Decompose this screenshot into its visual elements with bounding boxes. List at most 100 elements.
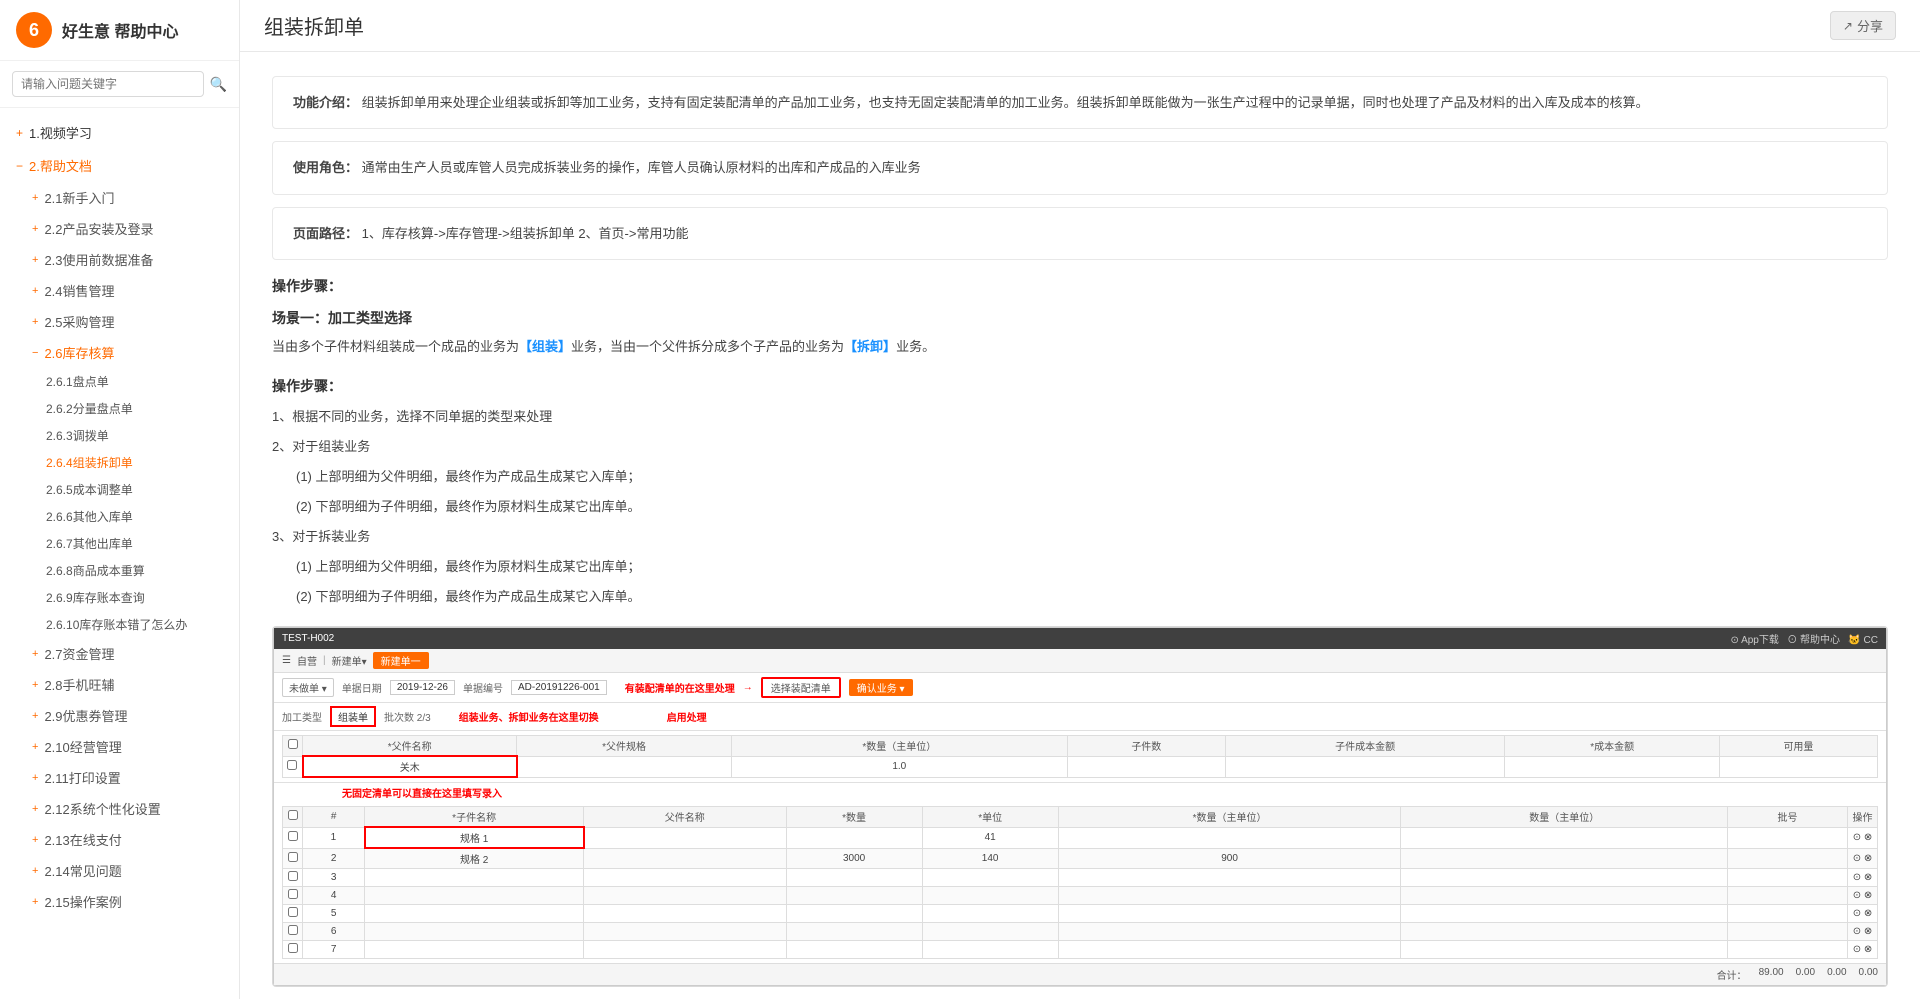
utr1-3: 1.0 [731,756,1067,777]
utr1-7 [1719,756,1877,777]
sidebar-item-sales[interactable]: + 2.4销售管理 [0,275,239,306]
sidebar-item-inventory[interactable]: − 2.6库存核算 [0,337,239,368]
logo-icon: 6 [16,12,52,48]
sidebar-item-prepare[interactable]: + 2.3使用前数据准备 [0,244,239,275]
nav-section-docs: − 2.帮助文档 + 2.1新手入门 + 2.2产品安装及登录 + 2.3使用前… [0,149,239,917]
plus-icon-4: + [32,254,38,266]
lth-5: *数量（主单位） [1058,807,1401,828]
utr1-1: 关木 [303,756,517,777]
sidebar-item-ops-label: 2.10经营管理 [44,737,121,756]
lth-sel [283,807,303,828]
screenshot-wrapper: TEST-H002 ⊙ App下载 ⊙ 帮助中心 🐱 CC ☰ 自营 | 新建单… [272,626,1888,987]
lower-table-row-3: 3 ⊙ ⊗ [283,869,1878,887]
uth-7: 可用量 [1719,736,1877,757]
sidebar-item-print-label: 2.11打印设置 [44,768,120,787]
step-1: 1、根据不同的业务，选择不同单据的类型来处理 [272,404,1888,430]
sidebar-item-pay[interactable]: + 2.13在线支付 [0,824,239,855]
ann-arrow-1: → [743,682,753,693]
form-code-value: AD-20191226-001 [511,680,607,695]
lth-2: 父件名称 [584,807,787,828]
sidebar-item-finance[interactable]: + 2.7资金管理 [0,638,239,669]
plus-icon-11: + [32,772,38,784]
sidebar-item-video[interactable]: + 1.视频学习 [0,116,239,149]
sidebar-item-mobile[interactable]: + 2.8手机旺辅 [0,669,239,700]
path-text: 1、库存核算->库存管理->组装拆卸单 2、首页->常用功能 [362,226,689,241]
content-area: 功能介绍： 组装拆卸单用来处理企业组装或拆卸等加工业务，支持有固定装配清单的产品… [240,52,1920,999]
lth-6: 数量（主单位） [1401,807,1728,828]
sidebar-item-inventory-label: 2.6库存核算 [44,343,114,362]
step-2: 2、对于组装业务 [272,434,1888,460]
sidebar-item-faq[interactable]: + 2.14常见问题 [0,855,239,886]
sidebar-item-finance-label: 2.7资金管理 [44,644,114,663]
sidebar-item-newbie-label: 2.1新手入门 [44,188,114,207]
minus-icon-2: − [32,347,38,359]
app-nav-btn: 新建单一 [373,652,429,669]
role-text: 通常由生产人员或库管人员完成拆装业务的操作，库管人员确认原材料的出库和产成品的入… [362,160,921,175]
sidebar-item-print[interactable]: + 2.11打印设置 [0,762,239,793]
search-icon[interactable]: 🔍 [210,76,227,93]
sidebar-item-2.6.8[interactable]: 2.6.8商品成本重算 [0,557,239,584]
plus-icon-14: + [32,865,38,877]
lower-table-row-2: 2 规格 2 3000 140 900 ⊙ ⊗ [283,848,1878,869]
sidebar-item-custom[interactable]: + 2.12系统个性化设置 [0,793,239,824]
sidebar-item-cases-label: 2.15操作案例 [44,892,121,911]
plus-icon-15: + [32,896,38,908]
uth-1: *父件名称 [303,736,517,757]
uth-select [283,736,303,757]
footer-v4: 0.00 [1859,967,1878,982]
upper-table-header: *父件名称 *父件规格 *数量（主单位） 子件数 子件成本金额 *成本金额 可用… [283,736,1878,757]
app-nav-new: 新建单▾ [332,653,367,668]
path-block: 页面路径： 1、库存核算->库存管理->组装拆卸单 2、首页->常用功能 [272,207,1888,260]
sidebar-item-2.6.10[interactable]: 2.6.10库存账本错了怎么办 [0,611,239,638]
sidebar-item-2.6.6[interactable]: 2.6.6其他入库单 [0,503,239,530]
form-code-label: 单据编号 [463,680,503,695]
sidebar-item-custom-label: 2.12系统个性化设置 [44,799,160,818]
path-label: 页面路径： [293,226,358,241]
sidebar-item-2.6.2[interactable]: 2.6.2分量盘点单 [0,395,239,422]
plus-icon: + [16,126,23,140]
form-date-value: 2019-12-26 [390,680,455,695]
search-bar: 🔍 [0,61,239,108]
lower-table-row-1: 1 规格 1 41 ⊙ ⊗ [283,827,1878,848]
sidebar-item-newbie[interactable]: + 2.1新手入门 [0,182,239,213]
sidebar-item-2.6.5[interactable]: 2.6.5成本调整单 [0,476,239,503]
search-input[interactable] [12,71,204,97]
share-button[interactable]: ↗ 分享 [1830,11,1896,40]
app-form-area: 未做单 ▾ 单据日期 2019-12-26 单据编号 AD-20191226-0… [274,673,1886,703]
sidebar-item-ops[interactable]: + 2.10经营管理 [0,731,239,762]
sidebar-item-2.6.4[interactable]: 2.6.4组装拆卸单 [0,449,239,476]
annotation-1: 有装配清单的在这里处理 [625,680,735,695]
uth-5: 子件成本金额 [1225,736,1505,757]
operations-title: 操作步骤： [272,276,1888,296]
sidebar-item-2.6.7[interactable]: 2.6.7其他出库单 [0,530,239,557]
plus-icon-6: + [32,316,38,328]
utr1-2 [517,756,731,777]
step-2-1: (1) 上部明细为父件明细，最终作为产成品生成某它入库单； [296,464,1888,490]
form-status-btn: 未做单 ▾ [282,678,334,697]
sidebar-item-docs[interactable]: − 2.帮助文档 [0,149,239,182]
lth-7: 批号 [1728,807,1848,828]
footer-v2: 0.00 [1796,967,1815,982]
main-content: 组装拆卸单 ↗ 分享 功能介绍： 组装拆卸单用来处理企业组装或拆卸等加工业务，支… [240,0,1920,999]
sidebar-item-2.6.3[interactable]: 2.6.3调拨单 [0,422,239,449]
footer-v3: 0.00 [1827,967,1846,982]
sidebar-item-prepare-label: 2.3使用前数据准备 [44,250,153,269]
sidebar-item-purchase[interactable]: + 2.5采购管理 [0,306,239,337]
sidebar-item-coupon[interactable]: + 2.9优惠券管理 [0,700,239,731]
sidebar-item-cases[interactable]: + 2.15操作案例 [0,886,239,917]
app-nav-bar: ☰ 自营 | 新建单▾ 新建单一 [274,649,1886,673]
plus-icon-7: + [32,648,38,660]
sidebar-header: 6 好生意 帮助中心 [0,0,239,61]
sidebar-item-docs-label: 2.帮助文档 [29,156,92,175]
ann-btn-1: 选择装配清单 [761,677,841,698]
sidebar-item-2.6.1[interactable]: 2.6.1盘点单 [0,368,239,395]
lth-3: *数量 [786,807,922,828]
upper-table: *父件名称 *父件规格 *数量（主单位） 子件数 子件成本金额 *成本金额 可用… [282,735,1878,778]
sidebar-item-2.6.9[interactable]: 2.6.9库存账本查询 [0,584,239,611]
sidebar-item-install[interactable]: + 2.2产品安装及登录 [0,213,239,244]
app-nav-new-sep: | [323,655,326,666]
lower-table-row-7: 7 ⊙ ⊗ [283,941,1878,959]
lower-table-wrap: # *子件名称 父件名称 *数量 *单位 *数量（主单位） 数量（主单位） 批号… [274,802,1886,963]
plus-icon-12: + [32,803,38,815]
plus-icon-3: + [32,223,38,235]
